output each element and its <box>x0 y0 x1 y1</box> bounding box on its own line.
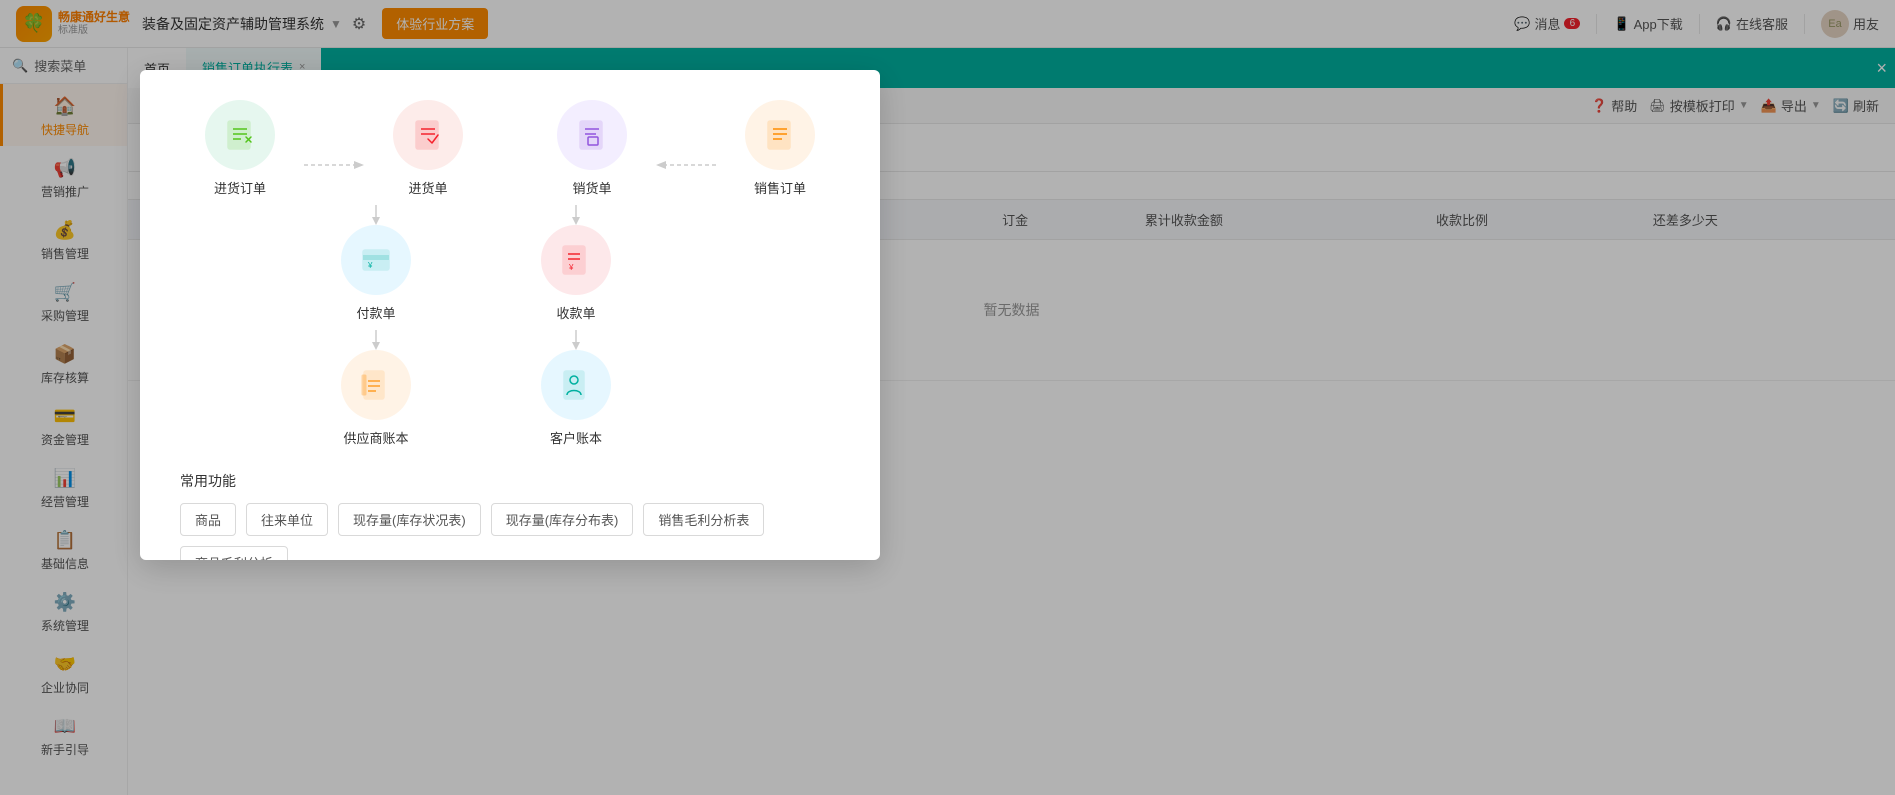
flow-circle-sales-bill <box>557 100 627 170</box>
flow-row3: ¥ 付款单 ¥ <box>180 225 840 322</box>
flow-circle-purchase-bill <box>393 100 463 170</box>
func-btn-2[interactable]: 现存量(库存状况表) <box>338 503 481 536</box>
flow-circle-customer-ledger <box>541 350 611 420</box>
flow-item-sales-order[interactable]: 销售订单 <box>720 100 840 197</box>
spacer-2 <box>436 205 516 225</box>
flow-item-receipt[interactable]: ¥ 收款单 <box>516 225 636 322</box>
func-buttons-row1: 商品往来单位现存量(库存状况表) 现存量(库存分布表) 销售毛利分析表商品毛利分析 <box>180 503 840 560</box>
common-functions-title: 常用功能 <box>180 471 840 491</box>
flow-label-purchase-bill: 进货单 <box>408 178 447 197</box>
flow-item-payment[interactable]: ¥ 付款单 <box>316 225 436 322</box>
flow-item-purchase-bill[interactable]: 进货单 <box>368 100 488 197</box>
arrow-purchase-to-bill <box>300 157 368 197</box>
common-functions: 常用功能 商品往来单位现存量(库存状况表)现存量(库存分布表)销售毛利分析表商品… <box>180 471 840 560</box>
svg-text:¥: ¥ <box>367 261 373 270</box>
func-btn-5[interactable]: 商品毛利分析 <box>180 546 288 560</box>
flow-label-sales-order: 销售订单 <box>754 178 806 197</box>
func-btn-3[interactable]: 现存量(库存分布表) <box>491 503 634 536</box>
flow-arrows-row2 <box>180 205 840 225</box>
flow-label-receipt: 收款单 <box>556 303 595 322</box>
flow-label-sales-bill: 销货单 <box>572 178 611 197</box>
flow-label-payment: 付款单 <box>356 303 395 322</box>
flow-circle-receipt: ¥ <box>541 225 611 295</box>
modal-overlay[interactable]: 进货订单 <box>0 0 1895 795</box>
func-btn-0[interactable]: 商品 <box>180 503 236 536</box>
payment-down <box>316 330 436 350</box>
flow-item-customer-ledger[interactable]: 客户账本 <box>516 350 636 447</box>
flow-item-purchase-order[interactable]: 进货订单 <box>180 100 300 197</box>
flow-label-customer-ledger: 客户账本 <box>550 428 602 447</box>
arrow-sales-order-to-bill <box>652 157 720 197</box>
flow-circle-supplier-ledger <box>341 350 411 420</box>
sales-bill-down <box>516 205 636 225</box>
flow-circle-purchase-order <box>205 100 275 170</box>
flow-circle-sales-order <box>745 100 815 170</box>
modal-box: 进货订单 <box>140 70 880 560</box>
receipt-down <box>516 330 636 350</box>
flow-circle-payment: ¥ <box>341 225 411 295</box>
flow-item-supplier-ledger[interactable]: 供应商账本 <box>316 350 436 447</box>
flow-row5: 供应商账本 客户账本 <box>180 350 840 447</box>
flow-section: 进货订单 <box>180 100 840 463</box>
func-btn-4[interactable]: 销售毛利分析表 <box>643 503 764 536</box>
purchase-bill-down <box>316 205 436 225</box>
svg-text:¥: ¥ <box>568 263 574 272</box>
flow-arrows-row4 <box>180 330 840 350</box>
flow-item-sales-bill[interactable]: 销货单 <box>532 100 652 197</box>
flow-label-supplier-ledger: 供应商账本 <box>343 428 408 447</box>
spacer-4 <box>436 330 516 350</box>
func-btn-1[interactable]: 往来单位 <box>246 503 328 536</box>
flow-label-purchase-order: 进货订单 <box>214 178 266 197</box>
